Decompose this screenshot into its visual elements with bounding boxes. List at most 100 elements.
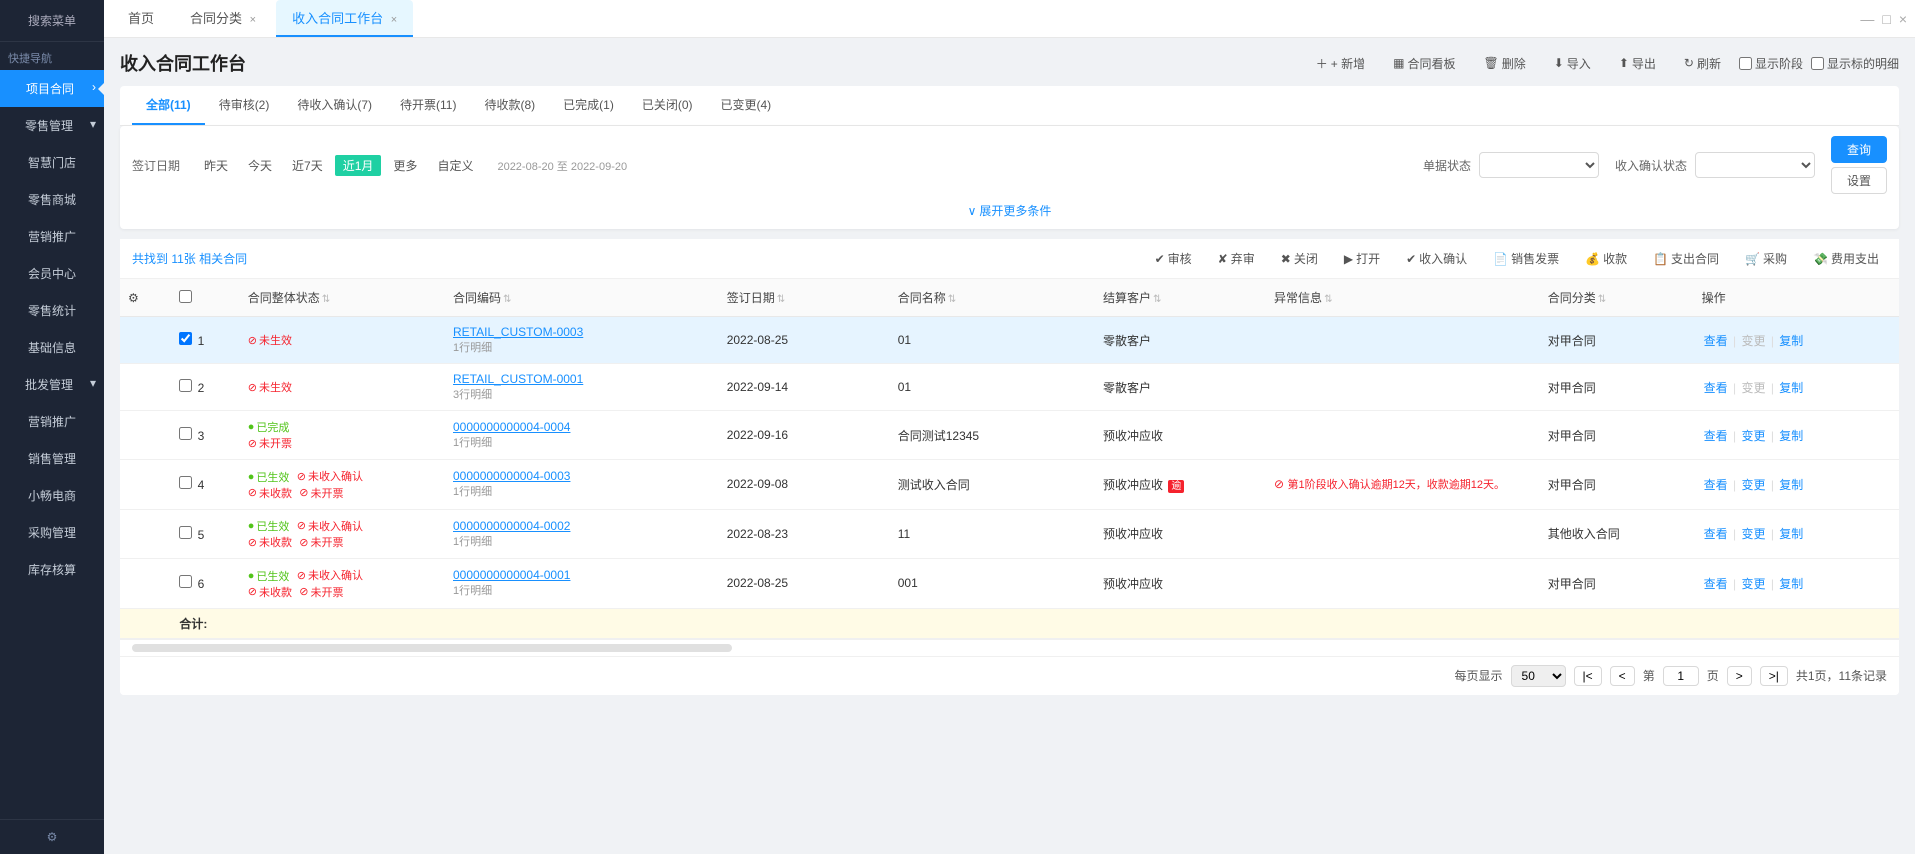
sidebar-item-sales-mgmt[interactable]: 销售管理 xyxy=(0,440,104,477)
status-tab-pending-income[interactable]: 待收入确认(7) xyxy=(283,86,386,125)
sidebar-item-base-info[interactable]: 基础信息 xyxy=(0,329,104,366)
status-tab-pending-review[interactable]: 待审核(2) xyxy=(205,86,284,125)
th-type[interactable]: 合同分类⇅ xyxy=(1540,279,1694,317)
op-copy-btn[interactable]: 复制 xyxy=(1777,527,1805,541)
tab-home[interactable]: 首页 xyxy=(112,0,170,37)
out-contract-btn[interactable]: 📋 支出合同 xyxy=(1645,247,1727,270)
abandon-btn[interactable]: ✘ 弃审 xyxy=(1210,247,1263,270)
contract-code-link[interactable]: RETAIL_CUSTOM-0003 xyxy=(453,325,583,339)
open-btn[interactable]: ▶ 打开 xyxy=(1336,247,1388,270)
sidebar-item-marketing[interactable]: 营销推广 xyxy=(0,218,104,255)
op-view-btn[interactable]: 查看 xyxy=(1702,381,1730,395)
row-checkbox[interactable] xyxy=(179,332,192,345)
horizontal-scrollbar[interactable] xyxy=(132,644,732,652)
op-view-btn[interactable]: 查看 xyxy=(1702,478,1730,492)
th-overall-status[interactable]: 合同整体状态⇅ xyxy=(240,279,445,317)
date-btn-7days[interactable]: 近7天 xyxy=(284,155,331,176)
sidebar-item-wholesale[interactable]: 批发管理 ▾ xyxy=(0,366,104,403)
row-checkbox[interactable] xyxy=(179,379,192,392)
sidebar-item-marketing2[interactable]: 营销推广 xyxy=(0,403,104,440)
op-view-btn[interactable]: 查看 xyxy=(1702,429,1730,443)
op-change-btn[interactable]: 变更 xyxy=(1739,381,1767,395)
status-tab-changed[interactable]: 已变更(4) xyxy=(707,86,786,125)
op-change-btn[interactable]: 变更 xyxy=(1739,429,1767,443)
op-change-btn[interactable]: 变更 xyxy=(1739,577,1767,591)
status-tab-done[interactable]: 已完成(1) xyxy=(549,86,628,125)
payment-btn[interactable]: 💰 收款 xyxy=(1577,247,1635,270)
th-customer[interactable]: 结算客户⇅ xyxy=(1095,279,1266,317)
sidebar-item-inventory[interactable]: 库存核算 xyxy=(0,551,104,588)
first-page-btn[interactable]: |< xyxy=(1574,666,1602,686)
date-btn-yesterday[interactable]: 昨天 xyxy=(196,155,236,176)
query-button[interactable]: 查询 xyxy=(1831,136,1887,163)
show-detail-input[interactable] xyxy=(1811,57,1824,70)
status-tab-pending-invoice[interactable]: 待开票(11) xyxy=(386,86,470,125)
expand-filter-btn[interactable]: ∨ 展开更多条件 xyxy=(968,202,1052,219)
date-btn-more[interactable]: 更多 xyxy=(385,155,425,176)
date-btn-custom[interactable]: 自定义 xyxy=(429,155,481,176)
tab-income-workbench[interactable]: 收入合同工作台 × xyxy=(276,0,413,37)
contract-code-link[interactable]: 0000000000004-0001 xyxy=(453,568,570,582)
page-input[interactable] xyxy=(1663,666,1699,686)
dashboard-button[interactable]: ▦ 合同看板 xyxy=(1383,51,1465,76)
tab-close-contract-cat[interactable]: × xyxy=(250,14,256,26)
row-checkbox[interactable] xyxy=(179,476,192,489)
row-checkbox[interactable] xyxy=(179,575,192,588)
op-view-btn[interactable]: 查看 xyxy=(1702,334,1730,348)
expense-btn[interactable]: 💸 费用支出 xyxy=(1805,247,1887,270)
income-status-select[interactable] xyxy=(1695,152,1815,178)
set-button[interactable]: 设置 xyxy=(1831,167,1887,194)
prev-page-btn[interactable]: < xyxy=(1610,666,1635,686)
review-btn[interactable]: ✔ 审核 xyxy=(1147,247,1200,270)
date-btn-1month[interactable]: 近1月 xyxy=(335,155,382,176)
op-change-btn[interactable]: 变更 xyxy=(1739,527,1767,541)
refresh-button[interactable]: ↻ 刷新 xyxy=(1674,51,1731,76)
sidebar-item-retail-stats[interactable]: 零售统计 xyxy=(0,292,104,329)
purchase-btn[interactable]: 🛒 采购 xyxy=(1737,247,1795,270)
sidebar-search[interactable]: 搜索菜单 xyxy=(0,0,104,42)
op-copy-btn[interactable]: 复制 xyxy=(1777,429,1805,443)
income-confirm-btn[interactable]: ✔ 收入确认 xyxy=(1398,247,1475,270)
minimize-btn[interactable]: — xyxy=(1860,11,1874,27)
export-button[interactable]: ⬆ 导出 xyxy=(1609,51,1666,76)
op-change-btn[interactable]: 变更 xyxy=(1739,478,1767,492)
status-tab-closed[interactable]: 已关闭(0) xyxy=(628,86,707,125)
contract-code-link[interactable]: 0000000000004-0003 xyxy=(453,469,570,483)
select-all-checkbox[interactable] xyxy=(179,290,192,303)
sidebar-item-smart-store[interactable]: 智慧门店 xyxy=(0,144,104,181)
sidebar-item-project[interactable]: 项目合同 › xyxy=(0,70,104,107)
op-copy-btn[interactable]: 复制 xyxy=(1777,334,1805,348)
op-view-btn[interactable]: 查看 xyxy=(1702,577,1730,591)
sidebar-item-xiao-ecom[interactable]: 小畅电商 xyxy=(0,477,104,514)
tab-close-income-workbench[interactable]: × xyxy=(391,14,397,26)
add-button[interactable]: ＋ + 新增 xyxy=(1306,51,1375,76)
th-name[interactable]: 合同名称⇅ xyxy=(890,279,1095,317)
page-size-select[interactable]: 10 20 50 100 xyxy=(1511,665,1566,687)
doc-status-select[interactable] xyxy=(1479,152,1599,178)
status-tab-all[interactable]: 全部(11) xyxy=(132,86,205,125)
op-change-btn[interactable]: 变更 xyxy=(1739,334,1767,348)
contract-code-link[interactable]: 0000000000004-0004 xyxy=(453,420,570,434)
contract-code-link[interactable]: 0000000000004-0002 xyxy=(453,519,570,533)
th-abnormal[interactable]: 异常信息⇅ xyxy=(1266,279,1540,317)
row-checkbox[interactable] xyxy=(179,427,192,440)
op-view-btn[interactable]: 查看 xyxy=(1702,527,1730,541)
close-btn[interactable]: ✖ 关闭 xyxy=(1273,247,1326,270)
import-button[interactable]: ⬇ 导入 xyxy=(1544,51,1601,76)
last-page-btn[interactable]: >| xyxy=(1760,666,1788,686)
sidebar-item-retail-mall[interactable]: 零售商城 xyxy=(0,181,104,218)
next-page-btn[interactable]: > xyxy=(1727,666,1752,686)
th-sign-date[interactable]: 签订日期⇅ xyxy=(719,279,890,317)
delete-button[interactable]: 🗑 删除 xyxy=(1473,51,1535,76)
sidebar-item-member[interactable]: 会员中心 xyxy=(0,255,104,292)
sidebar-item-retail-mgmt[interactable]: 零售管理 ▾ xyxy=(0,107,104,144)
show-fields-checkbox[interactable]: 显示阶段 xyxy=(1739,55,1803,72)
maximize-btn[interactable]: □ xyxy=(1882,11,1890,27)
tab-contract-cat[interactable]: 合同分类 × xyxy=(174,0,272,37)
contract-code-link[interactable]: RETAIL_CUSTOM-0001 xyxy=(453,372,583,386)
settings-icon[interactable]: ⚙ xyxy=(128,291,139,305)
op-copy-btn[interactable]: 复制 xyxy=(1777,577,1805,591)
op-copy-btn[interactable]: 复制 xyxy=(1777,478,1805,492)
op-copy-btn[interactable]: 复制 xyxy=(1777,381,1805,395)
row-checkbox[interactable] xyxy=(179,526,192,539)
